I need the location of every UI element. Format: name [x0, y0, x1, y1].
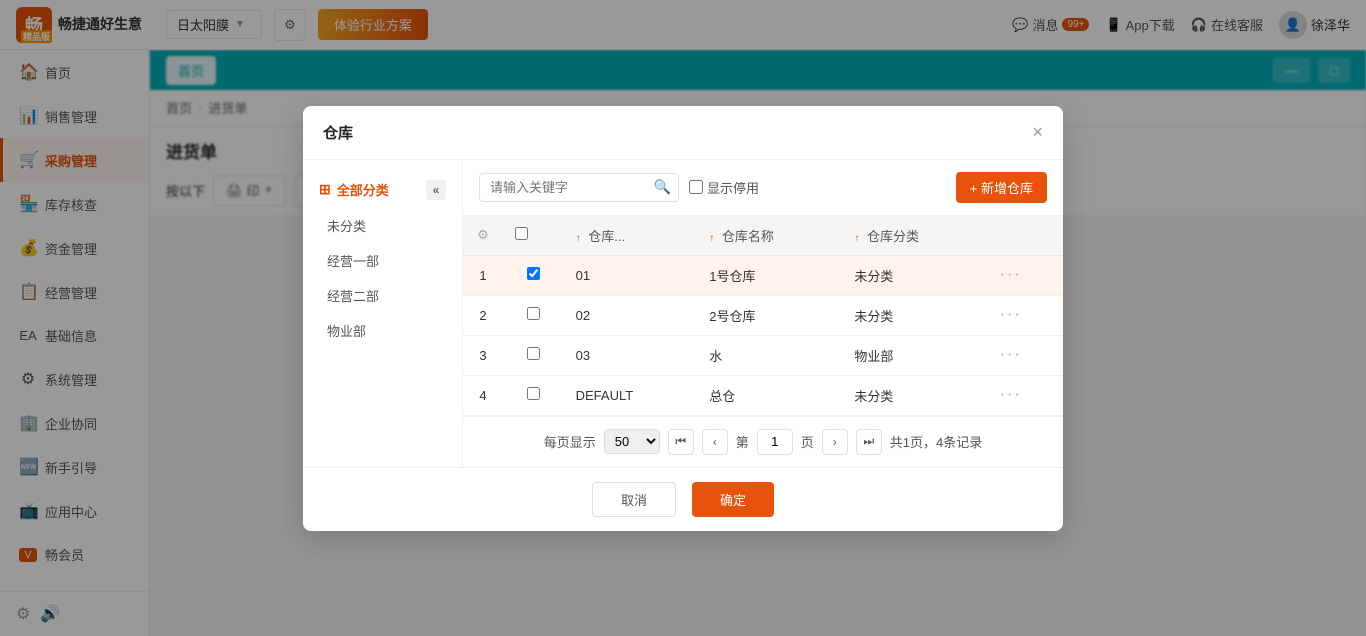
row-more-icon[interactable]: ···	[1000, 346, 1022, 363]
prev-page-btn[interactable]: ‹	[702, 429, 728, 455]
page-number-input[interactable]	[757, 429, 793, 455]
row-checkbox-cell[interactable]	[503, 295, 564, 335]
col-gear[interactable]: ⚙	[463, 216, 503, 256]
table-row[interactable]: 4 DEFAULT 总仓 未分类 ···	[463, 375, 1063, 415]
cancel-btn[interactable]: 取消	[592, 482, 676, 517]
category-dept1[interactable]: 经营一部	[303, 243, 462, 278]
row-category-cell: 未分类	[842, 255, 987, 295]
search-bar: 🔍 显示停用 + 新增仓库	[463, 160, 1063, 216]
row-checkbox[interactable]	[527, 347, 540, 360]
dialog-footer: 取消 确定	[303, 467, 1063, 531]
row-actions-cell[interactable]: ···	[988, 335, 1063, 375]
col-name-header[interactable]: ↑ 仓库名称	[697, 216, 842, 256]
grid-icon: ⊞	[319, 181, 331, 198]
dialog-header: 仓库 ×	[303, 106, 1063, 160]
show-disabled-checkbox[interactable]	[689, 180, 703, 194]
table-row[interactable]: 2 02 2号仓库 未分类 ···	[463, 295, 1063, 335]
row-num-cell: 2	[463, 295, 503, 335]
row-more-icon[interactable]: ···	[1000, 386, 1022, 403]
category-panel: ⊞ 全部分类 « 未分类 经营一部 经营二部 物业部	[303, 160, 463, 467]
row-actions-cell[interactable]: ···	[988, 375, 1063, 415]
table-row[interactable]: 3 03 水 物业部 ···	[463, 335, 1063, 375]
row-checkbox[interactable]	[527, 307, 540, 320]
next-page-btn[interactable]: ›	[822, 429, 848, 455]
row-name-cell: 1号仓库	[697, 255, 842, 295]
collapse-btn[interactable]: «	[426, 180, 446, 200]
row-code-cell: 03	[564, 335, 698, 375]
sort-name-icon: ↑	[709, 233, 714, 244]
row-category-cell: 未分类	[842, 295, 987, 335]
row-code-cell: 01	[564, 255, 698, 295]
category-property[interactable]: 物业部	[303, 313, 462, 348]
row-num-cell: 1	[463, 255, 503, 295]
select-all-checkbox[interactable]	[515, 227, 528, 240]
row-category-cell: 未分类	[842, 375, 987, 415]
row-checkbox[interactable]	[527, 267, 540, 280]
row-checkbox[interactable]	[527, 387, 540, 400]
warehouse-dialog: 仓库 × ⊞ 全部分类 « 未分类 经营一部 经营二部 物业部	[303, 106, 1063, 531]
category-dept2[interactable]: 经营二部	[303, 278, 462, 313]
row-checkbox-cell[interactable]	[503, 375, 564, 415]
search-magnifier-icon[interactable]: 🔍	[654, 179, 671, 196]
dialog-close-btn[interactable]: ×	[1032, 122, 1043, 143]
category-unclassified[interactable]: 未分类	[303, 208, 462, 243]
dialog-overlay: 仓库 × ⊞ 全部分类 « 未分类 经营一部 经营二部 物业部	[0, 0, 1366, 636]
warehouse-table-wrap: ⚙ ↑ 仓库... ↑	[463, 216, 1063, 416]
row-category-cell: 物业部	[842, 335, 987, 375]
per-page-select[interactable]: 50 10 20 100	[604, 429, 660, 454]
row-actions-cell[interactable]: ···	[988, 255, 1063, 295]
row-name-cell: 2号仓库	[697, 295, 842, 335]
show-disabled-wrap: 显示停用	[689, 178, 759, 197]
confirm-btn[interactable]: 确定	[692, 482, 774, 517]
row-code-cell: DEFAULT	[564, 375, 698, 415]
table-row[interactable]: 1 01 1号仓库 未分类 ···	[463, 255, 1063, 295]
category-all[interactable]: ⊞ 全部分类 «	[303, 172, 462, 208]
search-input[interactable]	[479, 173, 679, 202]
row-more-icon[interactable]: ···	[1000, 266, 1022, 283]
content-panel: 🔍 显示停用 + 新增仓库 ⚙	[463, 160, 1063, 467]
col-checkbox-header[interactable]	[503, 216, 564, 256]
add-warehouse-btn[interactable]: + 新增仓库	[956, 172, 1047, 203]
col-category-header[interactable]: ↑ 仓库分类	[842, 216, 987, 256]
row-checkbox-cell[interactable]	[503, 255, 564, 295]
row-more-icon[interactable]: ···	[1000, 306, 1022, 323]
col-settings-icon: ⚙	[477, 227, 489, 242]
row-actions-cell[interactable]: ···	[988, 295, 1063, 335]
dialog-body: ⊞ 全部分类 « 未分类 经营一部 经营二部 物业部 🔍	[303, 160, 1063, 467]
warehouse-table: ⚙ ↑ 仓库... ↑	[463, 216, 1063, 416]
sort-category-icon: ↑	[854, 233, 859, 244]
last-page-btn[interactable]: ⏭	[856, 429, 882, 455]
row-code-cell: 02	[564, 295, 698, 335]
row-checkbox-cell[interactable]	[503, 335, 564, 375]
pagination: 每页显示 50 10 20 100 ⏮ ‹ 第 页 › ⏭ 共1页，4条记录	[463, 416, 1063, 467]
sort-code-icon: ↑	[576, 233, 581, 244]
table-header-row: ⚙ ↑ 仓库... ↑	[463, 216, 1063, 256]
dialog-title: 仓库	[323, 122, 353, 143]
col-actions-header	[988, 216, 1063, 256]
col-code-header[interactable]: ↑ 仓库...	[564, 216, 698, 256]
row-name-cell: 水	[697, 335, 842, 375]
row-num-cell: 3	[463, 335, 503, 375]
row-num-cell: 4	[463, 375, 503, 415]
row-name-cell: 总仓	[697, 375, 842, 415]
search-input-wrap: 🔍	[479, 173, 679, 202]
first-page-btn[interactable]: ⏮	[668, 429, 694, 455]
